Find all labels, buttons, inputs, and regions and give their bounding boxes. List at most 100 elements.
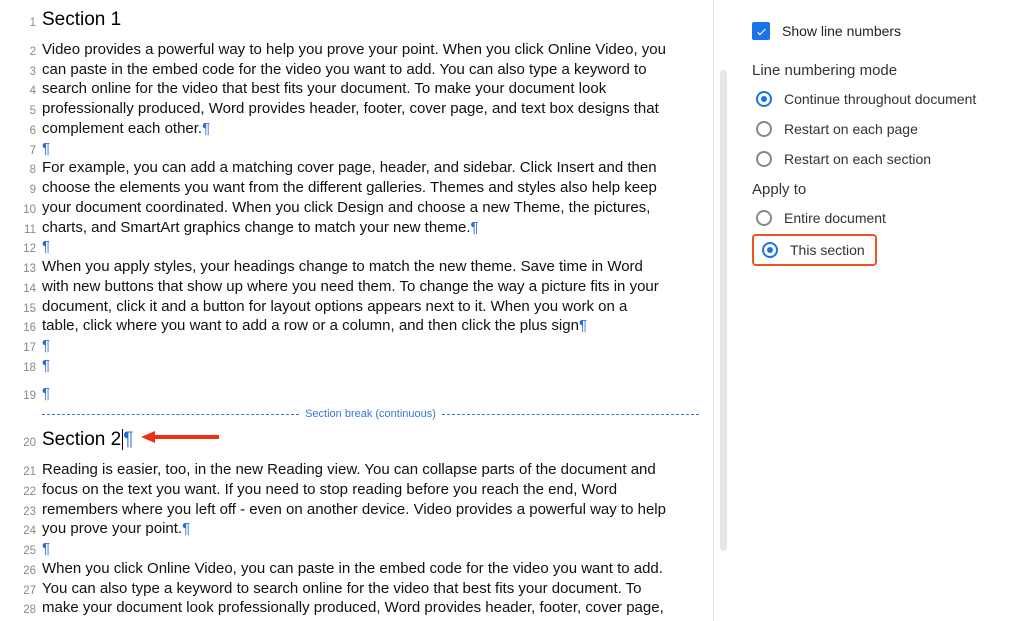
body-text: ¶	[42, 357, 50, 376]
doc-line[interactable]: 7¶	[14, 140, 699, 159]
body-text: document, click it and a button for layo…	[42, 298, 627, 317]
line-number: 2	[14, 45, 36, 59]
doc-line[interactable]: 6 complement each other.¶	[14, 120, 699, 139]
checkbox-checked-icon	[752, 22, 770, 40]
doc-line[interactable]: 14 with new buttons that show up where yo…	[14, 278, 699, 297]
show-line-numbers-label: Show line numbers	[782, 23, 901, 39]
radio-label: Continue throughout document	[784, 91, 976, 107]
body-text: charts, and SmartArt graphics change to …	[42, 219, 479, 238]
document-pane[interactable]: 1 Section 1 2Video provides a powerful way…	[0, 0, 714, 621]
line-number: 22	[14, 485, 36, 499]
doc-line[interactable]: 8 For example, you can add a matching cov…	[14, 159, 699, 178]
doc-line[interactable]: 25 ¶	[14, 540, 699, 559]
line-number: 26	[14, 564, 36, 578]
doc-line[interactable]: 17¶	[14, 337, 699, 356]
doc-line[interactable]: 21 Reading is easier, too, in the new Rea…	[14, 461, 699, 480]
doc-line[interactable]: 16table, click where you want to add a r…	[14, 317, 699, 336]
radio-icon	[756, 121, 772, 137]
doc-line[interactable]: 19¶	[14, 385, 699, 404]
line-number: 12	[14, 242, 36, 256]
body-text: professionally produced, Word provides h…	[42, 100, 659, 119]
radio-label: This section	[790, 242, 865, 258]
body-text: You can also type a keyword to search on…	[42, 580, 642, 599]
body-text: ¶	[42, 337, 50, 356]
doc-line[interactable]: 5 professionally produced, Word provides …	[14, 100, 699, 119]
body-text: you prove your point.¶	[42, 520, 190, 539]
doc-line[interactable]: 20 Section 2¶	[14, 428, 699, 452]
line-number: 5	[14, 104, 36, 118]
radio-entire-document[interactable]: Entire document	[756, 210, 1006, 226]
arrow-annotation-icon	[141, 429, 219, 451]
radio-label: Restart on each page	[784, 121, 918, 137]
doc-line[interactable]: 12¶	[14, 238, 699, 257]
scrollbar-track[interactable]	[720, 70, 727, 551]
line-number: 6	[14, 124, 36, 138]
line-number: 1	[14, 16, 36, 30]
line-number: 15	[14, 302, 36, 316]
doc-line[interactable]: 2Video provides a powerful way to help y…	[14, 41, 699, 60]
radio-this-section[interactable]: This section	[762, 242, 865, 258]
doc-line[interactable]: 1 Section 1	[14, 8, 699, 32]
body-text: your document coordinated. When you clic…	[42, 199, 650, 218]
line-number: 3	[14, 65, 36, 79]
body-text: complement each other.¶	[42, 120, 210, 139]
line-number: 9	[14, 183, 36, 197]
line-number: 14	[14, 282, 36, 296]
doc-line[interactable]: 18 ¶	[14, 357, 699, 376]
line-number: 16	[14, 321, 36, 335]
heading-text: Section 1	[42, 8, 121, 32]
line-number: 4	[14, 84, 36, 98]
doc-line[interactable]: 10 your document coordinated. When you cl…	[14, 199, 699, 218]
radio-icon	[756, 91, 772, 107]
radio-icon	[756, 210, 772, 226]
line-number: 23	[14, 505, 36, 519]
highlighted-option: This section	[752, 234, 877, 266]
doc-line[interactable]: 22 focus on the text you want. If you nee…	[14, 481, 699, 500]
doc-line[interactable]: 23 remembers where you left off - even on…	[14, 501, 699, 520]
line-number: 20	[14, 436, 36, 450]
radio-continue[interactable]: Continue throughout document	[756, 91, 1006, 107]
line-number: 13	[14, 262, 36, 276]
body-text: Reading is easier, too, in the new Readi…	[42, 461, 656, 480]
doc-line[interactable]: 24 you prove your point.¶	[14, 520, 699, 539]
doc-line[interactable]: 3 can paste in the embed code for the vid…	[14, 61, 699, 80]
body-text: ¶	[42, 540, 50, 559]
doc-line[interactable]: 27 You can also type a keyword to search …	[14, 580, 699, 599]
line-number: 27	[14, 584, 36, 598]
doc-line[interactable]: 13 When you apply styles, your headings c…	[14, 258, 699, 277]
radio-restart-section[interactable]: Restart on each section	[756, 151, 1006, 167]
body-text: search online for the video that best fi…	[42, 80, 606, 99]
line-number: 10	[14, 203, 36, 217]
radio-icon	[762, 242, 778, 258]
doc-line[interactable]: 4 search online for the video that best f…	[14, 80, 699, 99]
body-text: focus on the text you want. If you need …	[42, 481, 617, 500]
heading-text: Section 2¶	[42, 428, 133, 452]
doc-line[interactable]: 15 document, click it and a button for la…	[14, 298, 699, 317]
doc-line[interactable]: 28 make your document look professionally…	[14, 599, 699, 618]
line-number: 7	[14, 144, 36, 158]
radio-label: Restart on each section	[784, 151, 931, 167]
body-text: can paste in the embed code for the vide…	[42, 61, 647, 80]
line-number: 24	[14, 524, 36, 538]
mode-group-title: Line numbering mode	[752, 62, 1006, 79]
doc-line[interactable]: 9choose the elements you want from the d…	[14, 179, 699, 198]
body-text: When you click Online Video, you can pas…	[42, 560, 663, 579]
body-text: For example, you can add a matching cove…	[42, 159, 657, 178]
doc-line[interactable]: 26 When you click Online Video, you can p…	[14, 560, 699, 579]
apply-group-title: Apply to	[752, 181, 1006, 198]
body-text: ¶	[42, 140, 50, 159]
line-number: 11	[14, 223, 36, 237]
radio-restart-page[interactable]: Restart on each page	[756, 121, 1006, 137]
body-text: with new buttons that show up where you …	[42, 278, 659, 297]
line-number: 21	[14, 465, 36, 479]
show-line-numbers-checkbox[interactable]: Show line numbers	[752, 22, 1006, 40]
body-text: When you apply styles, your headings cha…	[42, 258, 643, 277]
doc-line[interactable]: 11 charts, and SmartArt graphics change t…	[14, 219, 699, 238]
line-number: 25	[14, 544, 36, 558]
body-text: remembers where you left off - even on a…	[42, 501, 666, 520]
section-break-indicator: Section break (continuous)	[42, 408, 699, 420]
line-number: 28	[14, 603, 36, 617]
line-number: 8	[14, 163, 36, 177]
line-number: 18	[14, 361, 36, 375]
body-text: make your document look professionally p…	[42, 599, 664, 618]
